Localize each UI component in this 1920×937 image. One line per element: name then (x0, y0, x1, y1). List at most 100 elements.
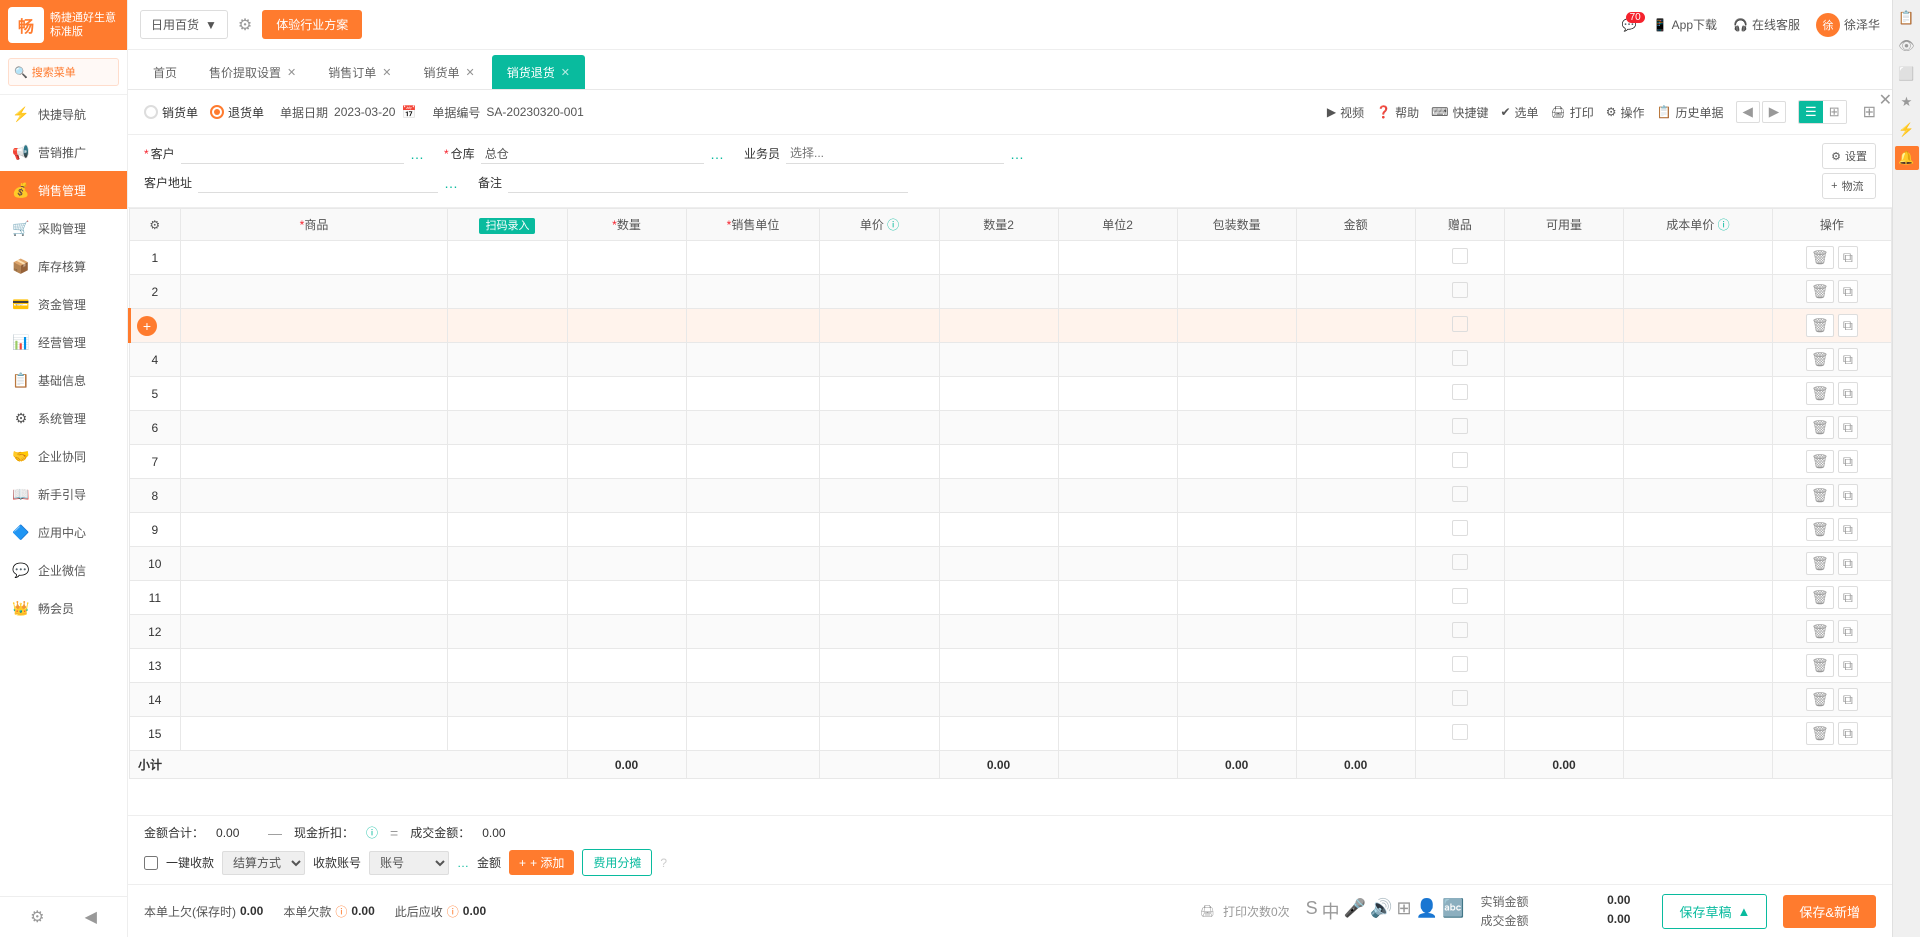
row-unit2-12[interactable] (1058, 615, 1177, 649)
price-input-1[interactable] (826, 251, 932, 265)
row-unit-15[interactable] (686, 717, 820, 751)
row-qty-5[interactable] (567, 377, 686, 411)
price-input-10[interactable] (826, 557, 932, 571)
save-draft-button[interactable]: 保存草稿 ▲ (1662, 894, 1767, 929)
row-delete-6[interactable]: 🗑 (1806, 416, 1834, 439)
row-product-6[interactable] (180, 411, 448, 445)
unit2-input-1[interactable] (1065, 251, 1171, 265)
online-service-link[interactable]: 🎧 在线客服 (1733, 16, 1800, 33)
right-panel-icon-3[interactable]: ⬜ (1895, 62, 1919, 86)
tab-close-sale-price[interactable]: ✕ (287, 66, 296, 79)
row-product-1[interactable] (180, 241, 448, 275)
gift-checkbox-7[interactable] (1452, 452, 1468, 468)
row-unit2-7[interactable] (1058, 445, 1177, 479)
unit2-input-3[interactable] (1065, 319, 1171, 333)
row-pack-8[interactable] (1177, 479, 1296, 513)
tool-icon-2[interactable]: 中 (1322, 898, 1340, 924)
unit-input-10[interactable] (693, 557, 814, 571)
row-price-15[interactable] (820, 717, 939, 751)
row-pack-4[interactable] (1177, 343, 1296, 377)
qty-input-6[interactable] (574, 421, 680, 435)
unit-input-1[interactable] (693, 251, 814, 265)
calendar-icon[interactable]: 📅 (401, 105, 416, 119)
header-action-video[interactable]: ▶ 视频 (1327, 104, 1364, 121)
row-pack-6[interactable] (1177, 411, 1296, 445)
row-pack-15[interactable] (1177, 717, 1296, 751)
qty-input-7[interactable] (574, 455, 680, 469)
row-delete-15[interactable]: 🗑 (1806, 722, 1834, 745)
row-unit-10[interactable] (686, 547, 820, 581)
unit-input-8[interactable] (693, 489, 814, 503)
row-price-4[interactable] (820, 343, 939, 377)
pack-input-14[interactable] (1184, 693, 1290, 707)
discount-info-icon[interactable]: ⓘ (366, 824, 378, 841)
row-unit2-10[interactable] (1058, 547, 1177, 581)
row-amount-2[interactable] (1296, 275, 1415, 309)
row-qty-7[interactable] (567, 445, 686, 479)
row-price-6[interactable] (820, 411, 939, 445)
qty-input-2[interactable] (574, 285, 680, 299)
scan-input-button[interactable]: 扫码录入 (479, 218, 535, 234)
row-qty2-8[interactable] (939, 479, 1058, 513)
gift-checkbox-1[interactable] (1452, 248, 1468, 264)
product-input-10[interactable] (187, 557, 442, 571)
qty-input-14[interactable] (574, 693, 680, 707)
sidebar-collapse-icon[interactable]: ◀ (85, 907, 97, 927)
row-unit2-11[interactable] (1058, 581, 1177, 615)
qty-input-5[interactable] (574, 387, 680, 401)
price-input-7[interactable] (826, 455, 932, 469)
unit2-input-15[interactable] (1065, 727, 1171, 741)
amount-ellipsis[interactable]: … (457, 856, 469, 870)
row-unit2-4[interactable] (1058, 343, 1177, 377)
product-input-2[interactable] (187, 285, 442, 299)
row-price-7[interactable] (820, 445, 939, 479)
price-input-2[interactable] (826, 285, 932, 299)
row-product-12[interactable] (180, 615, 448, 649)
row-delete-12[interactable]: 🗑 (1806, 620, 1834, 643)
row-delete-7[interactable]: 🗑 (1806, 450, 1834, 473)
pack-input-5[interactable] (1184, 387, 1290, 401)
unit-price-info-icon[interactable]: ⓘ (887, 218, 899, 232)
row-product-5[interactable] (180, 377, 448, 411)
product-input-13[interactable] (187, 659, 442, 673)
qty2-input-14[interactable] (946, 693, 1052, 707)
right-panel-icon-6[interactable]: 🔔 (1895, 146, 1919, 170)
row-unit-14[interactable] (686, 683, 820, 717)
tool-icon-6[interactable]: 👤 (1416, 898, 1438, 924)
sidebar-item-apps[interactable]: 🔷 应用中心 (0, 513, 127, 551)
qty-input-12[interactable] (574, 625, 680, 639)
price-input-15[interactable] (826, 727, 932, 741)
unit-input-5[interactable] (693, 387, 814, 401)
qty2-input-2[interactable] (946, 285, 1052, 299)
product-input-15[interactable] (187, 727, 442, 741)
row-qty-2[interactable] (567, 275, 686, 309)
qty2-input-9[interactable] (946, 523, 1052, 537)
product-input-8[interactable] (187, 489, 442, 503)
row-amount-12[interactable] (1296, 615, 1415, 649)
qty2-input-12[interactable] (946, 625, 1052, 639)
qty-input-3[interactable] (574, 319, 680, 333)
gift-checkbox-6[interactable] (1452, 418, 1468, 434)
header-action-history[interactable]: 📋 历史单据 (1657, 104, 1724, 121)
row-qty2-14[interactable] (939, 683, 1058, 717)
row-copy-11[interactable]: ⧉ (1838, 586, 1858, 609)
header-action-operation[interactable]: ⚙ 操作 (1606, 104, 1645, 121)
price-input-14[interactable] (826, 693, 932, 707)
row-delete-3[interactable]: 🗑 (1806, 314, 1834, 337)
qty2-input-4[interactable] (946, 353, 1052, 367)
row-unit2-1[interactable] (1058, 241, 1177, 275)
tool-icon-5[interactable]: ⊞ (1397, 898, 1412, 924)
right-panel-icon-4[interactable]: ★ (1895, 90, 1919, 114)
qty-input-1[interactable] (574, 251, 680, 265)
row-qty-12[interactable] (567, 615, 686, 649)
row-amount-14[interactable] (1296, 683, 1415, 717)
row-qty-10[interactable] (567, 547, 686, 581)
header-action-select[interactable]: ✔ 选单 (1500, 104, 1538, 121)
row-price-5[interactable] (820, 377, 939, 411)
list-view-button[interactable]: ⊞ (1823, 101, 1846, 123)
row-qty2-3[interactable] (939, 309, 1058, 343)
unit-input-6[interactable] (693, 421, 814, 435)
right-panel-icon-5[interactable]: ⚡ (1895, 118, 1919, 142)
row-copy-6[interactable]: ⧉ (1838, 416, 1858, 439)
qty2-input-3[interactable] (946, 319, 1052, 333)
